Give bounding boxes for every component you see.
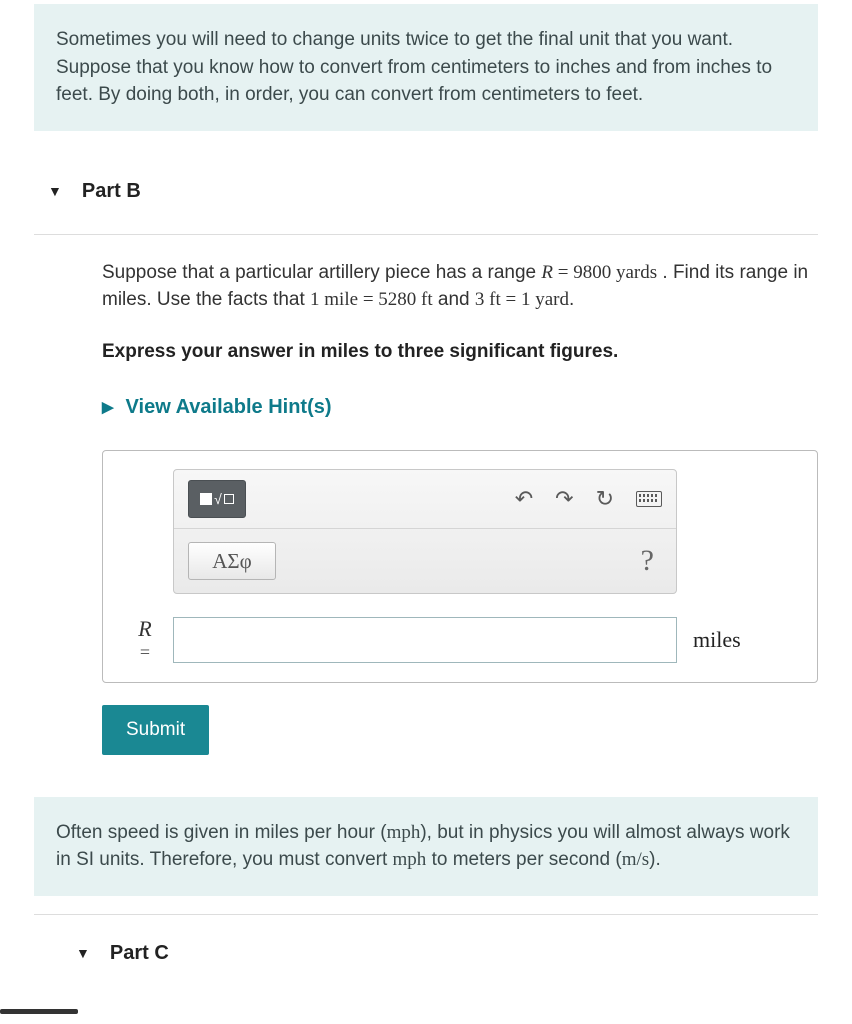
redo-icon[interactable]: ↷ <box>555 483 573 515</box>
part-b-title: Part B <box>82 177 141 206</box>
view-hints-toggle[interactable]: ▶ View Available Hint(s) <box>102 393 818 422</box>
expand-icon: ▶ <box>102 397 114 419</box>
answer-unit: miles <box>693 624 741 656</box>
answer-line: R = miles <box>117 616 803 664</box>
templates-button[interactable]: √ <box>188 480 246 518</box>
part-c-title: Part C <box>110 939 169 968</box>
submit-button[interactable]: Submit <box>102 705 209 755</box>
outro-panel: Often speed is given in miles per hour (… <box>34 797 818 896</box>
answer-input[interactable] <box>173 617 677 663</box>
hints-label: View Available Hint(s) <box>126 393 332 422</box>
part-b-body: Suppose that a particular artillery piec… <box>34 235 818 779</box>
undo-icon[interactable]: ↶ <box>515 483 533 515</box>
question-prompt: Suppose that a particular artillery piec… <box>102 259 818 314</box>
answer-lhs: R = <box>117 616 173 664</box>
part-c-header[interactable]: ▼ Part C <box>34 914 818 968</box>
collapse-icon: ▼ <box>48 181 62 201</box>
part-b-header[interactable]: ▼ Part B <box>34 149 818 235</box>
intro-text: Sometimes you will need to change units … <box>56 29 772 105</box>
help-button[interactable]: ? <box>641 539 662 583</box>
answer-instruction: Express your answer in miles to three si… <box>102 338 818 366</box>
collapse-icon: ▼ <box>76 943 90 963</box>
equation-toolbar: √ ↶ ↷ ↻ <box>173 469 677 594</box>
reset-icon[interactable]: ↻ <box>596 483 614 515</box>
keyboard-icon[interactable] <box>636 491 662 507</box>
template-icon: √ <box>200 489 234 509</box>
greek-symbols-button[interactable]: ΑΣφ <box>188 542 276 580</box>
intro-panel: Sometimes you will need to change units … <box>34 4 818 131</box>
answer-area: √ ↶ ↷ ↻ <box>102 450 818 682</box>
bottom-indicator <box>0 1009 78 1014</box>
